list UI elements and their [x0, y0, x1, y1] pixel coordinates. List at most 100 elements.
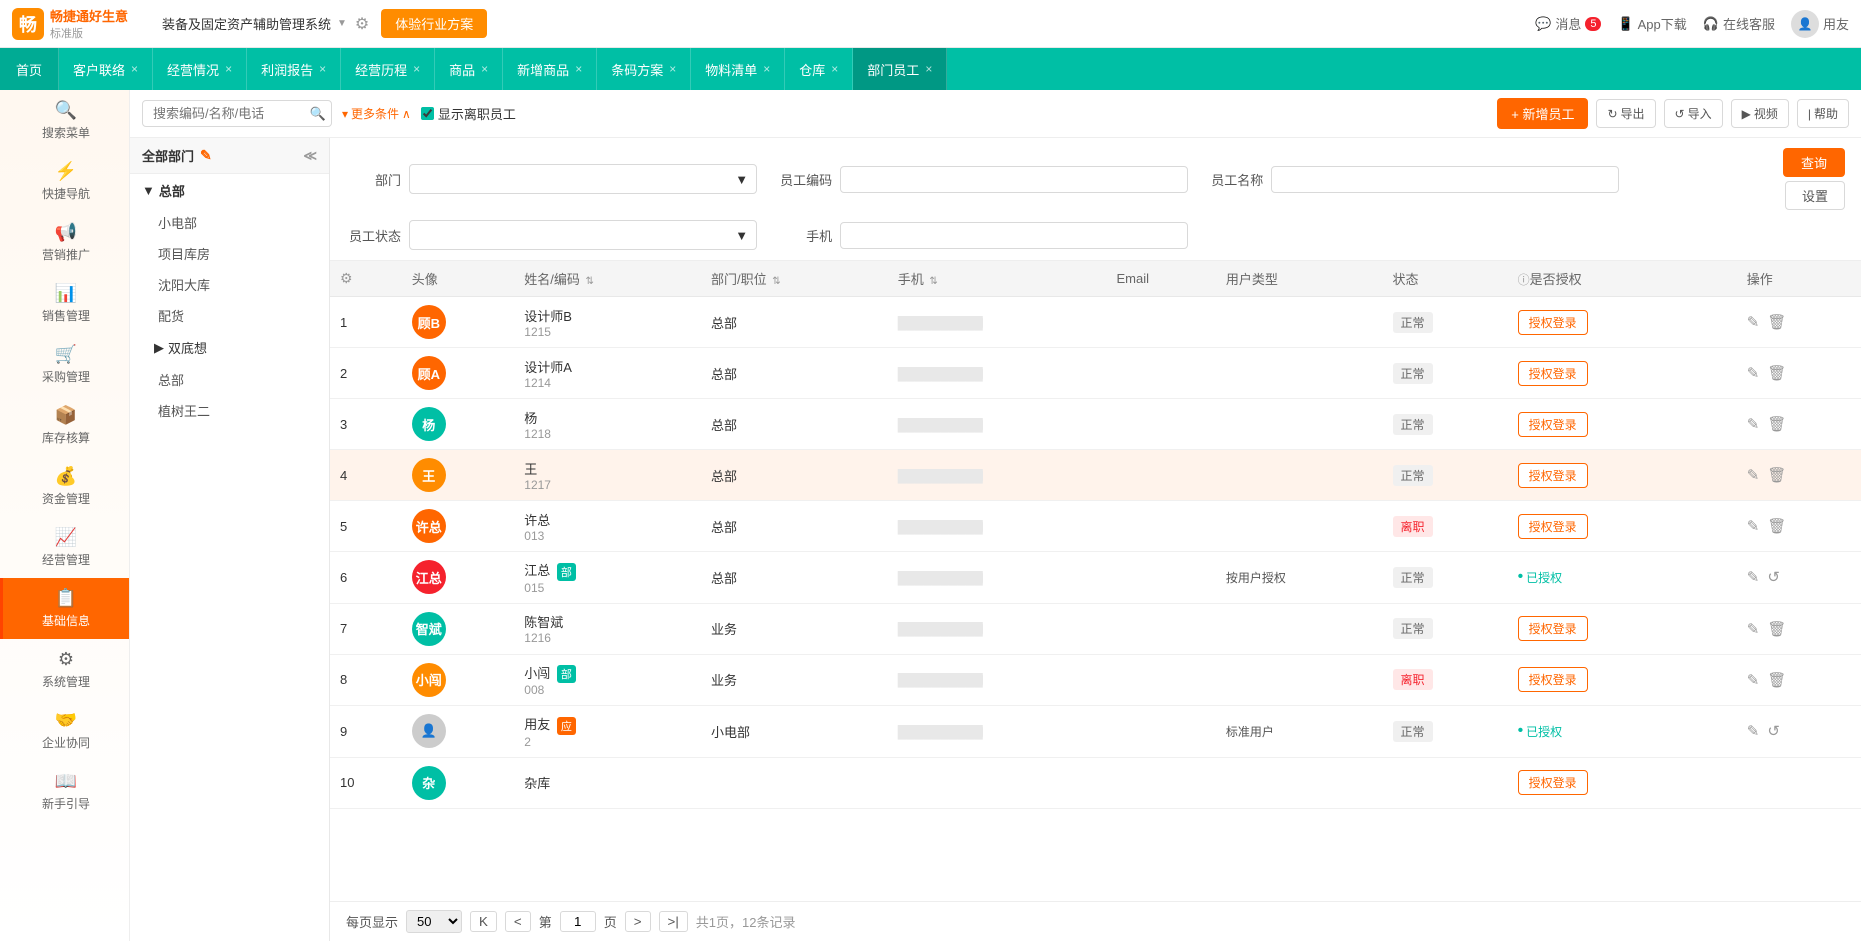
edit-icon[interactable]: ✎ [1747, 466, 1760, 484]
per-page-select[interactable]: 50 20 100 [406, 910, 462, 933]
nav-item-barcode[interactable]: 条码方案 × [597, 48, 691, 90]
edit-icon[interactable]: ✎ [1747, 313, 1760, 331]
auth-btn[interactable]: 授权登录 [1518, 514, 1588, 539]
sidebar-item-quick-nav[interactable]: ⚡ 快捷导航 [0, 151, 129, 212]
sidebar-item-basic-info[interactable]: 📋 基础信息 [0, 578, 129, 639]
sidebar-item-search[interactable]: 🔍 搜索菜单 [0, 90, 129, 151]
filter-empcode-input[interactable] [840, 166, 1188, 193]
dept-tree-root[interactable]: ▼ 总部 [130, 174, 329, 207]
nav-close-bom[interactable]: × [763, 62, 770, 76]
search-icon[interactable]: 🔍 [310, 106, 326, 122]
dept-tree-child-shenyang[interactable]: 沈阳大库 [130, 269, 329, 300]
filter-empname-input[interactable] [1271, 166, 1619, 193]
delete-icon[interactable]: 🗑 [1767, 466, 1786, 484]
nav-item-bom[interactable]: 物料清单 × [691, 48, 785, 90]
auth-btn[interactable]: 授权登录 [1518, 361, 1588, 386]
nav-item-operations[interactable]: 经营情况 × [153, 48, 247, 90]
nav-close-customer[interactable]: × [131, 62, 138, 76]
import-button[interactable]: ↺ 导入 [1664, 99, 1723, 128]
sidebar-item-system[interactable]: ⚙ 系统管理 [0, 639, 129, 700]
nav-close-profit[interactable]: × [319, 62, 326, 76]
set-button[interactable]: 设置 [1785, 181, 1845, 210]
next-page-btn[interactable]: > [625, 911, 651, 932]
sidebar-item-sales[interactable]: 📊 销售管理 [0, 273, 129, 334]
col-dept[interactable]: 部门/职位 ⇅ [701, 261, 888, 297]
auth-btn[interactable]: 授权登录 [1518, 412, 1588, 437]
nav-item-customer[interactable]: 客户联络 × [59, 48, 153, 90]
filter-status-select[interactable]: ▼ [409, 220, 757, 250]
delete-icon[interactable]: 🗑 [1767, 517, 1786, 535]
last-page-btn[interactable]: >| [659, 911, 688, 932]
dept-tree-child-zhishu[interactable]: 植树王二 [130, 395, 329, 426]
delete-icon[interactable]: ↺ [1767, 722, 1780, 740]
chevron-down-icon[interactable]: ▼ [337, 18, 347, 29]
export-button[interactable]: ↻ 导出 [1596, 99, 1655, 128]
edit-icon[interactable]: ✎ [1747, 517, 1760, 535]
nav-close-add-goods[interactable]: × [575, 62, 582, 76]
edit-icon[interactable]: ✎ [1747, 364, 1760, 382]
search-button[interactable]: 查询 [1783, 148, 1845, 177]
view-button[interactable]: ▶ 视频 [1731, 99, 1789, 128]
edit-icon[interactable]: ✎ [1747, 415, 1760, 433]
dept-tree-shuangdi[interactable]: ▶ 双底想 [130, 331, 329, 364]
sidebar-item-inventory[interactable]: 📦 库存核算 [0, 395, 129, 456]
edit-icon[interactable]: ✎ [1747, 722, 1760, 740]
delete-icon[interactable]: 🗑 [1767, 671, 1786, 689]
search-input[interactable] [142, 100, 332, 127]
filter-dept-select[interactable]: ▼ [409, 164, 757, 194]
nav-close-barcode[interactable]: × [669, 62, 676, 76]
nav-item-home[interactable]: 首页 [0, 48, 59, 90]
delete-icon[interactable]: 🗑 [1767, 620, 1786, 638]
page-input[interactable] [560, 911, 596, 932]
nav-item-profit[interactable]: 利润报告 × [247, 48, 341, 90]
nav-close-dept[interactable]: × [925, 62, 932, 76]
nav-item-add-goods[interactable]: 新增商品 × [503, 48, 597, 90]
dept-edit-icon[interactable]: ✎ [200, 147, 212, 164]
show-resigned-checkbox[interactable] [421, 107, 434, 120]
more-conditions[interactable]: ▾ 更多条件 ∧ [342, 105, 411, 122]
message-item[interactable]: 💬 消息 5 [1535, 14, 1601, 33]
nav-close-history[interactable]: × [413, 62, 420, 76]
sidebar-item-finance[interactable]: 💰 资金管理 [0, 456, 129, 517]
dept-tree-child-zongbu[interactable]: 总部 [130, 364, 329, 395]
user-item[interactable]: 👤 用友 [1791, 10, 1849, 38]
sidebar-item-purchase[interactable]: 🛒 采购管理 [0, 334, 129, 395]
nav-item-history[interactable]: 经营历程 × [341, 48, 435, 90]
delete-icon[interactable]: 🗑 [1767, 364, 1786, 382]
auth-btn[interactable]: 授权登录 [1518, 463, 1588, 488]
sidebar-item-biz[interactable]: 📈 经营管理 [0, 517, 129, 578]
help-button[interactable]: | 帮助 [1797, 99, 1849, 128]
delete-icon[interactable]: 🗑 [1767, 313, 1786, 331]
first-page-btn[interactable]: K [470, 911, 497, 932]
delete-icon[interactable]: 🗑 [1767, 415, 1786, 433]
edit-icon[interactable]: ✎ [1747, 620, 1760, 638]
gear-icon[interactable]: ⚙ [355, 14, 369, 34]
prev-page-btn[interactable]: < [505, 911, 531, 932]
col-phone[interactable]: 手机 ⇅ [888, 261, 1107, 297]
dept-tree-child-delivery[interactable]: 配货 [130, 300, 329, 331]
dept-tree-child-xiaodian[interactable]: 小电部 [130, 207, 329, 238]
nav-close-operations[interactable]: × [225, 62, 232, 76]
auth-btn[interactable]: 授权登录 [1518, 310, 1588, 335]
nav-close-warehouse[interactable]: × [831, 62, 838, 76]
nav-close-goods[interactable]: × [481, 62, 488, 76]
edit-icon[interactable]: ✎ [1747, 671, 1760, 689]
sidebar-item-collab[interactable]: 🤝 企业协同 [0, 700, 129, 761]
auth-btn[interactable]: 授权登录 [1518, 616, 1588, 641]
nav-item-goods[interactable]: 商品 × [435, 48, 503, 90]
trial-button[interactable]: 体验行业方案 [381, 9, 487, 38]
auth-btn[interactable]: 授权登录 [1518, 770, 1588, 795]
dept-tree-child-project[interactable]: 项目库房 [130, 238, 329, 269]
col-name[interactable]: 姓名/编码 ⇅ [514, 261, 701, 297]
app-download-item[interactable]: 📱 App下载 [1617, 14, 1686, 33]
nav-item-warehouse[interactable]: 仓库 × [785, 48, 853, 90]
sidebar-item-guide[interactable]: 📖 新手引导 [0, 761, 129, 822]
edit-icon[interactable]: ✎ [1747, 568, 1760, 586]
col-gear[interactable]: ⚙ [330, 261, 402, 297]
add-employee-button[interactable]: + 新增员工 [1497, 98, 1588, 129]
filter-phone-input[interactable] [840, 222, 1188, 249]
auth-btn[interactable]: 授权登录 [1518, 667, 1588, 692]
delete-icon[interactable]: ↺ [1767, 568, 1780, 586]
service-item[interactable]: 🎧 在线客服 [1703, 14, 1775, 33]
dept-collapse-icon[interactable]: ≪ [303, 148, 317, 164]
